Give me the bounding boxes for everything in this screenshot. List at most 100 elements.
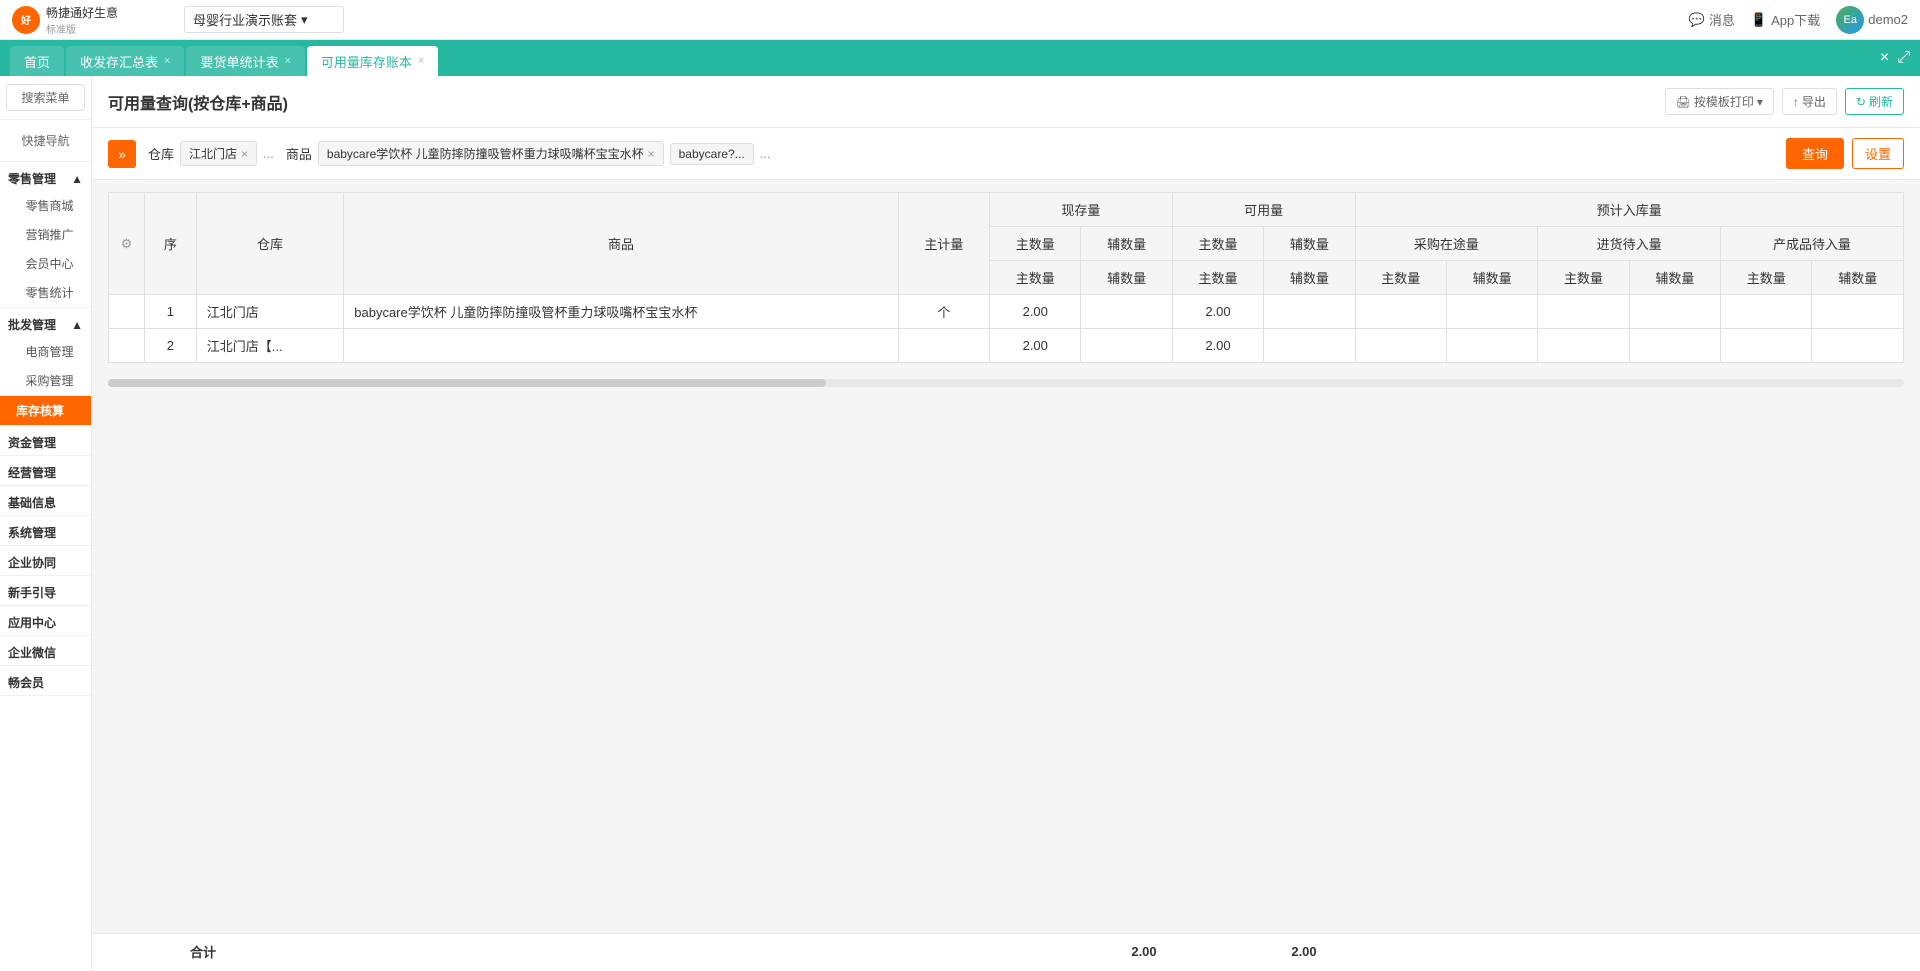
remove-product-tag-1[interactable]: × — [648, 147, 655, 161]
table-settings-icon[interactable]: ⚙ — [121, 236, 133, 251]
search-menu-button[interactable]: 搜索菜单 — [6, 84, 85, 111]
cell-prod-aux-1 — [1812, 295, 1904, 329]
sidebar-section-app-center: 应用中心 — [0, 606, 91, 636]
export-button[interactable]: ↑ 导出 — [1782, 88, 1837, 115]
sidebar-item-vip[interactable]: 畅会员 — [0, 666, 91, 695]
print-icon: 🖨 — [1676, 95, 1691, 109]
sidebar-item-basic[interactable]: 基础信息 — [0, 486, 91, 515]
tab-available-inventory[interactable]: 可用量库存账本 × — [307, 46, 438, 76]
cell-inc-aux-2 — [1629, 329, 1720, 363]
scroll-track[interactable] — [108, 379, 1904, 387]
cell-av-main-1: 2.00 — [1172, 295, 1263, 329]
sidebar-item-enterprise[interactable]: 企业协同 — [0, 546, 91, 575]
warehouse-tag[interactable]: 江北门店 × — [180, 141, 257, 166]
th-available: 可用量 — [1172, 193, 1355, 227]
table-scroll[interactable]: ⚙ 序 仓库 商品 主计量 现存量 可用量 预计入库量 主数量 辅 — [108, 192, 1904, 363]
user-menu[interactable]: Ea demo2 — [1836, 6, 1908, 34]
scroll-thumb[interactable] — [108, 379, 826, 387]
cell-cur-aux-2 — [1081, 329, 1172, 363]
nav-tabs-right: × ⤢ — [1880, 40, 1920, 76]
cell-inc-main-2 — [1538, 329, 1629, 363]
sidebar-section-vip: 畅会员 — [0, 666, 91, 696]
refresh-icon: ↻ — [1856, 95, 1866, 109]
sidebar-item-retail-shop[interactable]: 零售商城 — [0, 191, 91, 220]
close-window-icon[interactable]: × — [1880, 49, 1889, 67]
warehouse-filter: 仓库 江北门店 × ... — [148, 141, 274, 166]
sidebar-item-newbie[interactable]: 新手引导 — [0, 576, 91, 605]
th-purchase-onway: 采购在途量 — [1355, 227, 1538, 261]
sidebar-section-wholesale-title[interactable]: 批发管理 ▲ — [0, 308, 91, 337]
th-product-pending: 产成品待入量 — [1721, 227, 1904, 261]
cell-product-1: babycare学饮杯 儿童防摔防撞吸管杯重力球吸嘴杯宝宝水杯 — [344, 295, 898, 329]
cell-prod-main-2 — [1721, 329, 1812, 363]
th-warehouse: 仓库 — [196, 193, 343, 295]
sidebar-quick-nav[interactable]: 快捷导航 — [0, 120, 91, 162]
th-planned-in: 预计入库量 — [1355, 193, 1903, 227]
industry-selector[interactable]: 母婴行业演示账套 ▾ — [184, 6, 344, 33]
expand-window-icon[interactable]: ⤢ — [1897, 49, 1910, 67]
remove-warehouse-tag[interactable]: × — [241, 147, 248, 161]
warehouse-more-button[interactable]: ... — [263, 146, 274, 161]
th-current-stock: 现存量 — [990, 193, 1173, 227]
product-filter: 商品 babycare学饮杯 儿童防摔防撞吸管杯重力球吸嘴杯宝宝水杯 × bab… — [286, 141, 771, 166]
message-button[interactable]: 💬 消息 — [1689, 10, 1735, 29]
sidebar-item-inventory[interactable]: 库存核算 — [0, 396, 91, 425]
cell-inc-aux-1 — [1629, 295, 1720, 329]
th-main-unit: 主计量 — [898, 193, 989, 295]
th-current-aux: 辅数量 — [1081, 227, 1172, 261]
page-header-actions: 🖨 按模板打印 ▾ ↑ 导出 ↻ 刷新 — [1665, 88, 1904, 127]
filter-toggle-button[interactable]: » — [108, 140, 136, 168]
sidebar-item-app-center[interactable]: 应用中心 — [0, 606, 91, 635]
sidebar-item-operations[interactable]: 经营管理 — [0, 456, 91, 485]
sidebar-item-finance[interactable]: 资金管理 — [0, 426, 91, 455]
app-download-button[interactable]: 📱 App下载 — [1751, 10, 1820, 29]
th-pur-main: 主数量 — [1355, 261, 1446, 295]
page-title: 可用量查询(按仓库+商品) — [108, 90, 288, 126]
logo-sub: 标准版 — [46, 21, 118, 36]
th-inc-aux: 辅数量 — [1629, 261, 1720, 295]
close-tab-3[interactable]: × — [418, 55, 424, 67]
cell-cur-main-1: 2.00 — [990, 295, 1081, 329]
refresh-button[interactable]: ↻ 刷新 — [1845, 88, 1904, 115]
th-pur-aux: 辅数量 — [1446, 261, 1537, 295]
bottom-scrollbar[interactable] — [92, 375, 1920, 391]
sidebar-item-ecommerce[interactable]: 电商管理 — [0, 337, 91, 366]
logo-text: 畅捷通好生意 — [46, 4, 118, 21]
th-available-aux: 辅数量 — [1264, 227, 1355, 261]
filter-area: » 仓库 江北门店 × ... 商品 babycare学饮杯 儿童防摔防撞吸管杯… — [92, 128, 1920, 180]
print-button[interactable]: 🖨 按模板打印 ▾ — [1665, 88, 1774, 115]
product-tag-1[interactable]: babycare学饮杯 儿童防摔防撞吸管杯重力球吸嘴杯宝宝水杯 × — [318, 141, 664, 166]
product-more-button[interactable]: ... — [760, 146, 771, 161]
sidebar-item-system[interactable]: 系统管理 — [0, 516, 91, 545]
avatar: Ea — [1836, 6, 1864, 34]
sidebar-item-retail-stats[interactable]: 零售统计 — [0, 278, 91, 307]
th-av-aux: 辅数量 — [1264, 261, 1355, 295]
th-incoming-pending: 进货待入量 — [1538, 227, 1721, 261]
summary-available-main: 2.00 — [1264, 934, 1344, 969]
query-button[interactable]: 查询 — [1786, 138, 1844, 169]
tab-receive-summary[interactable]: 收发存汇总表 × — [66, 46, 184, 76]
sidebar-item-purchase[interactable]: 采购管理 — [0, 366, 91, 395]
tab-order-stats[interactable]: 要货单统计表 × — [186, 46, 304, 76]
tab-home[interactable]: 首页 — [10, 46, 64, 76]
table-area: ⚙ 序 仓库 商品 主计量 现存量 可用量 预计入库量 主数量 辅 — [92, 180, 1920, 375]
cell-pur-aux-1 — [1446, 295, 1537, 329]
cell-unit-2 — [898, 329, 989, 363]
cell-product-2 — [344, 329, 898, 363]
sidebar-item-wechat[interactable]: 企业微信 — [0, 636, 91, 665]
cell-pur-main-1 — [1355, 295, 1446, 329]
product-tag-2[interactable]: babycare?... — [670, 143, 754, 165]
sidebar-section-retail-title[interactable]: 零售管理 ▲ — [0, 162, 91, 191]
sidebar-item-member[interactable]: 会员中心 — [0, 249, 91, 278]
sidebar-item-marketing[interactable]: 营销推广 — [0, 220, 91, 249]
sidebar-section-system: 系统管理 — [0, 516, 91, 546]
cell-av-aux-2 — [1264, 329, 1355, 363]
cell-pur-aux-2 — [1446, 329, 1537, 363]
sidebar-section-wechat: 企业微信 — [0, 636, 91, 666]
sidebar-section-retail: 零售管理 ▲ 零售商城 营销推广 会员中心 零售统计 — [0, 162, 91, 308]
close-tab-1[interactable]: × — [164, 55, 170, 67]
close-tab-2[interactable]: × — [284, 55, 290, 67]
setting-button[interactable]: 设置 — [1852, 138, 1904, 169]
summary-current-main: 2.00 — [1104, 934, 1184, 969]
th-available-main: 主数量 — [1172, 227, 1263, 261]
